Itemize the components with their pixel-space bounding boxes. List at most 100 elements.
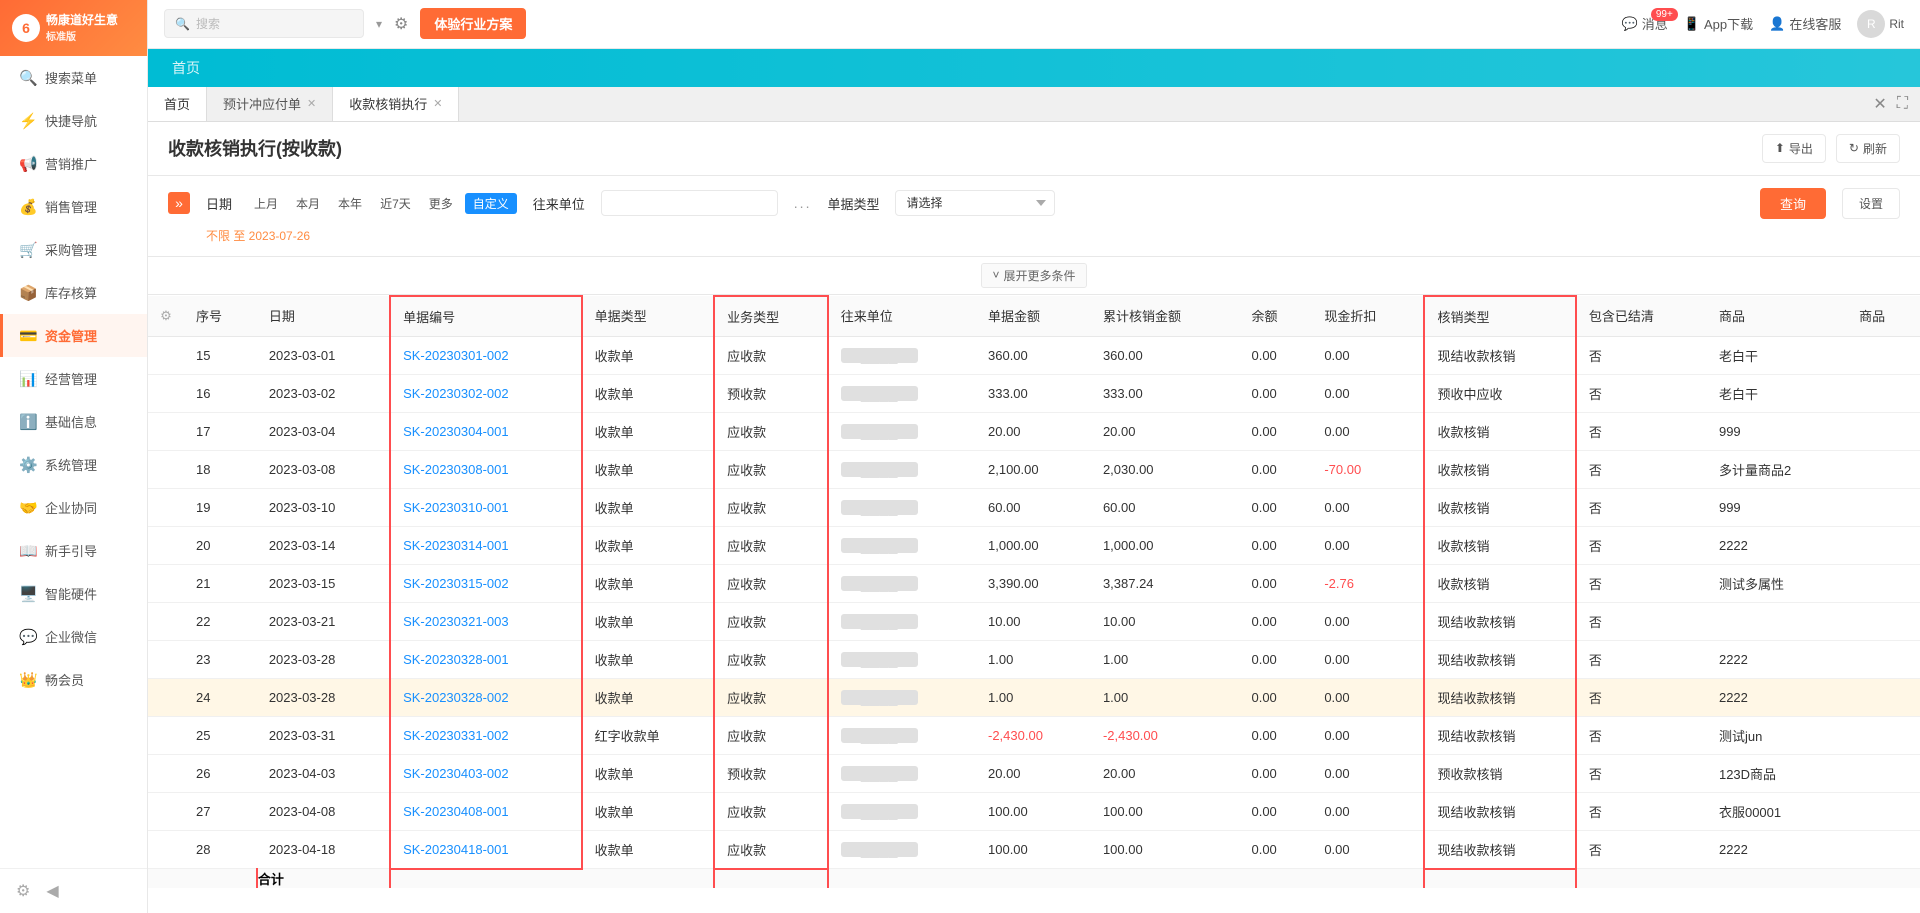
row-checkbox[interactable]	[148, 716, 184, 754]
code-link[interactable]: SK-20230315-002	[403, 576, 509, 591]
sidebar-label-guide: 新手引导	[45, 541, 97, 560]
tab-shoukuan-close[interactable]: ✕	[433, 97, 442, 110]
settings-bottom-icon[interactable]: ⚙	[16, 881, 30, 901]
row-checkbox[interactable]	[148, 412, 184, 450]
row-counterparty: ████	[828, 716, 976, 754]
sidebar-item-member[interactable]: 👑 畅会员	[0, 658, 147, 701]
row-checkbox[interactable]	[148, 602, 184, 640]
row-checkbox[interactable]	[148, 488, 184, 526]
code-link[interactable]: SK-20230310-001	[403, 500, 509, 515]
sidebar-item-sales[interactable]: 💰 销售管理	[0, 185, 147, 228]
sidebar-item-guide[interactable]: 📖 新手引导	[0, 529, 147, 572]
row-checkbox[interactable]	[148, 450, 184, 488]
code-link[interactable]: SK-20230328-001	[403, 652, 509, 667]
export-button[interactable]: ⬆ 导出	[1762, 134, 1826, 163]
sidebar-item-quick[interactable]: ⚡ 快捷导航	[0, 99, 147, 142]
tab-yujichong[interactable]: 预计冲应付单 ✕	[207, 87, 333, 121]
filter-date-last-month[interactable]: 上月	[248, 193, 284, 214]
row-balance: 0.00	[1239, 716, 1312, 754]
refresh-button[interactable]: ↻ 刷新	[1836, 134, 1900, 163]
settings-gear-icon[interactable]: ⚙	[394, 14, 408, 34]
table-scroll[interactable]: ⚙ 序号 日期 单据编号 单据类型 业务类型 往来单位 单据金额 累计核销金额 …	[148, 295, 1920, 889]
row-discount: 0.00	[1312, 488, 1424, 526]
row-checkbox[interactable]	[148, 564, 184, 602]
row-date: 2023-04-08	[257, 792, 390, 830]
row-balance: 0.00	[1239, 488, 1312, 526]
row-hexiao-type: 现结收款核销	[1424, 336, 1575, 374]
username-label: Rit	[1889, 17, 1904, 31]
counterparty-input[interactable]	[601, 190, 778, 216]
row-checkbox[interactable]	[148, 640, 184, 678]
sidebar-item-operations[interactable]: 📊 经营管理	[0, 357, 147, 400]
row-cumulative: 10.00	[1091, 602, 1240, 640]
col-settings[interactable]: ⚙	[148, 296, 184, 337]
sidebar-item-inventory[interactable]: 📦 库存核算	[0, 271, 147, 314]
code-link[interactable]: SK-20230328-002	[403, 690, 509, 705]
code-link[interactable]: SK-20230304-001	[403, 424, 509, 439]
row-checkbox[interactable]	[148, 336, 184, 374]
messages-button[interactable]: 💬 消息 99+	[1622, 14, 1668, 33]
row-code: SK-20230408-001	[390, 792, 582, 830]
topbar-search[interactable]: 🔍 搜索	[164, 9, 364, 38]
collapse-icon[interactable]: ◀	[46, 881, 58, 901]
receipt-type-select[interactable]: 请选择 收款单 红字收款单	[895, 190, 1055, 216]
export-label: 导出	[1789, 140, 1813, 157]
footer-amount	[976, 869, 1091, 889]
refresh-icon: ↻	[1849, 141, 1859, 155]
tab-shoukuan[interactable]: 收款核销执行 ✕	[333, 87, 459, 121]
row-hexiao-type: 预收中应收	[1424, 374, 1575, 412]
footer-date: 合计	[257, 869, 390, 889]
code-link[interactable]: SK-20230321-003	[403, 614, 509, 629]
row-settled: 否	[1576, 640, 1707, 678]
row-checkbox[interactable]	[148, 754, 184, 792]
search-chevron-icon[interactable]: ▾	[376, 17, 382, 31]
filter-date-7days[interactable]: 近7天	[374, 193, 417, 214]
sidebar-item-basic[interactable]: ℹ️ 基础信息	[0, 400, 147, 443]
code-link[interactable]: SK-20230308-001	[403, 462, 509, 477]
expand-conditions-button[interactable]: ˅ 展开更多条件	[981, 263, 1086, 288]
solution-button[interactable]: 体验行业方案	[420, 8, 526, 39]
sidebar-item-finance[interactable]: 💳 资金管理	[0, 314, 147, 357]
code-link[interactable]: SK-20230301-002	[403, 348, 509, 363]
sidebar-item-enterprise[interactable]: 🤝 企业协同	[0, 486, 147, 529]
user-avatar[interactable]: R Rit	[1857, 10, 1904, 38]
tab-home[interactable]: 首页	[148, 87, 207, 121]
query-button[interactable]: 查询	[1760, 188, 1826, 219]
filter-date-this-year[interactable]: 本年	[332, 193, 368, 214]
row-biz-type: 应收款	[714, 336, 828, 374]
row-checkbox[interactable]	[148, 678, 184, 716]
teal-nav-home[interactable]: 首页	[168, 58, 204, 78]
app-download-button[interactable]: 📱 App下载	[1684, 14, 1753, 33]
sidebar-item-marketing[interactable]: 📢 营销推广	[0, 142, 147, 185]
filter-custom-button[interactable]: 自定义	[465, 193, 517, 214]
sidebar-item-hardware[interactable]: 🖥️ 智能硬件	[0, 572, 147, 615]
filter-settings-button[interactable]: 设置	[1842, 188, 1900, 219]
row-checkbox[interactable]	[148, 830, 184, 869]
footer-hexiao-type	[1424, 869, 1575, 889]
sidebar-item-search[interactable]: 🔍 搜索菜单	[0, 56, 147, 99]
sidebar-item-system[interactable]: ⚙️ 系统管理	[0, 443, 147, 486]
tab-yujichong-close[interactable]: ✕	[307, 97, 316, 110]
filter-date-more[interactable]: 更多	[423, 193, 459, 214]
row-biz-type: 应收款	[714, 602, 828, 640]
sidebar-item-purchase[interactable]: 🛒 采购管理	[0, 228, 147, 271]
sidebar-item-wechat[interactable]: 💬 企业微信	[0, 615, 147, 658]
counterparty-ellipsis[interactable]: ...	[794, 195, 812, 211]
row-checkbox[interactable]	[148, 792, 184, 830]
topbar-actions: 💬 消息 99+ 📱 App下载 👤 在线客服 R Rit	[1622, 10, 1904, 38]
tabbar-expand-icon[interactable]: ⛶	[1897, 95, 1908, 113]
row-checkbox[interactable]	[148, 374, 184, 412]
code-link[interactable]: SK-20230403-002	[403, 766, 509, 781]
code-link[interactable]: SK-20230302-002	[403, 386, 509, 401]
row-checkbox[interactable]	[148, 526, 184, 564]
code-link[interactable]: SK-20230331-002	[403, 728, 509, 743]
row-product: 测试多属性	[1707, 564, 1847, 602]
filter-toggle-button[interactable]: »	[168, 192, 190, 214]
code-link[interactable]: SK-20230314-001	[403, 538, 509, 553]
online-service-button[interactable]: 👤 在线客服	[1769, 14, 1841, 33]
tabbar-close-icon[interactable]: ✕	[1873, 94, 1886, 114]
filter-date-this-month[interactable]: 本月	[290, 193, 326, 214]
code-link[interactable]: SK-20230408-001	[403, 804, 509, 819]
expand-label: 展开更多条件	[1004, 267, 1076, 284]
code-link[interactable]: SK-20230418-001	[403, 842, 509, 857]
